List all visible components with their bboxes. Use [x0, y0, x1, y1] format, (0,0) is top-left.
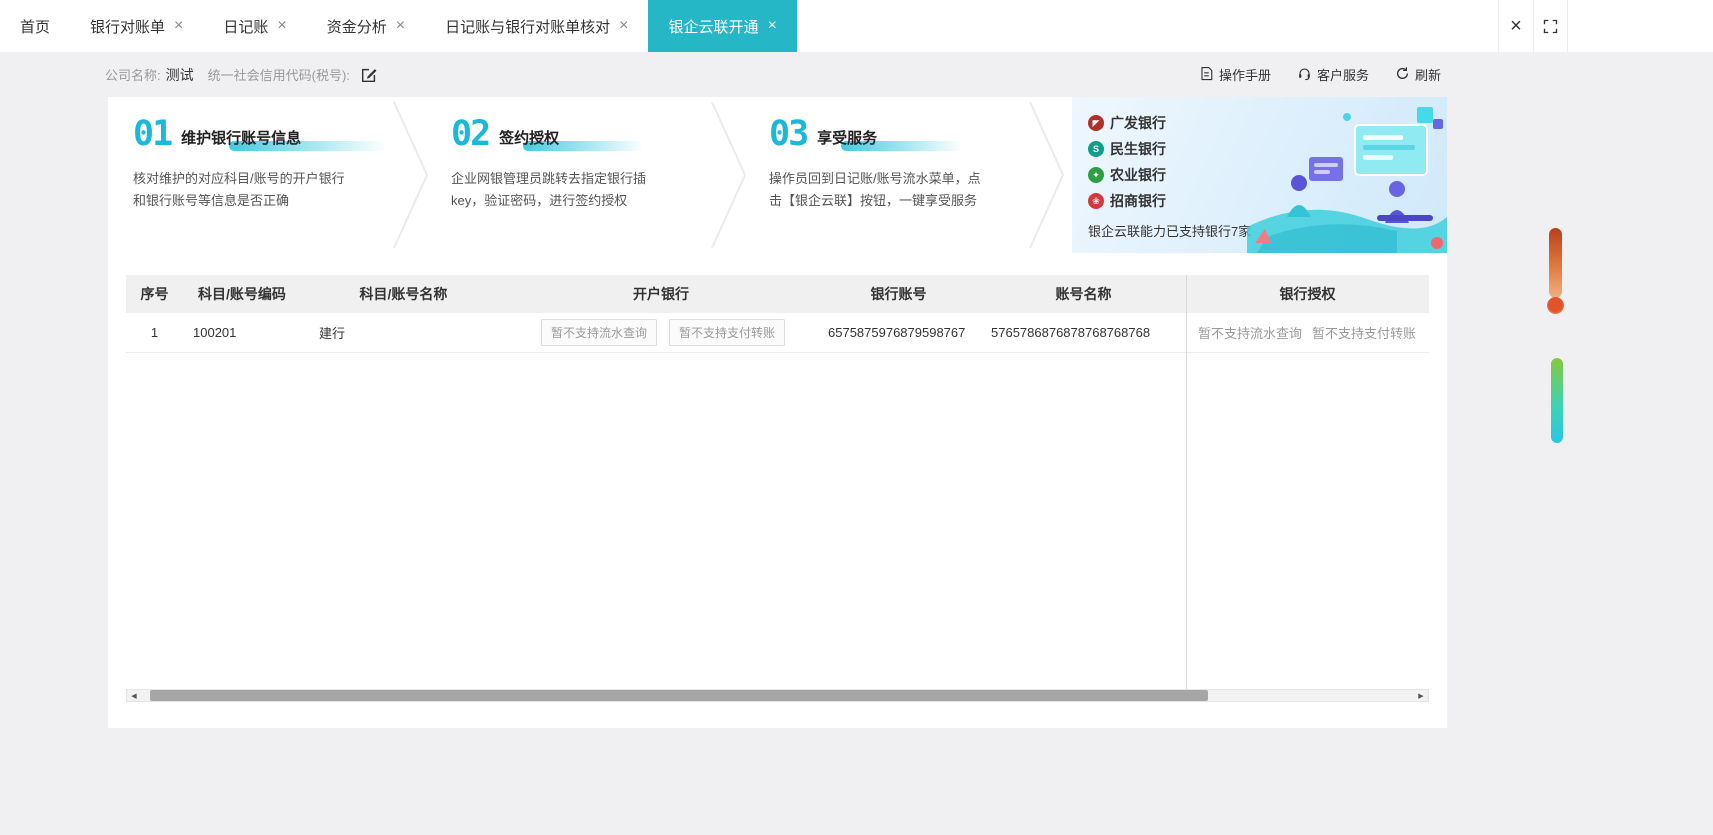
- cell-bank-authorization: 暂不支持流水查询 暂不支持支付转账: [1186, 323, 1429, 342]
- cell-bank-account-name: 5765786876878768768768: [991, 325, 1151, 340]
- tab-label: 银行对账单: [90, 18, 166, 36]
- scrollbar-track[interactable]: [141, 690, 1414, 701]
- supported-banks-panel: ◤ 广发银行 S 民生银行 ✦ 农业银行 ❀ 招商银行 银企云联能力已支持银行7…: [1072, 97, 1447, 253]
- column-header-account-code: 科目/账号编码: [198, 286, 286, 302]
- accounts-table: 序号 科目/账号编码 科目/账号名称 开户银行 银行账号 账号名称 银行授权 1…: [126, 275, 1429, 702]
- cell-opening-bank: 暂不支持流水查询 暂不支持支付转账: [506, 319, 816, 346]
- scroll-left-icon[interactable]: ◀: [127, 690, 141, 701]
- close-all-icon[interactable]: ×: [1498, 0, 1533, 52]
- horizontal-scrollbar[interactable]: ◀ ▶: [126, 689, 1429, 702]
- tab-close-icon[interactable]: ×: [174, 18, 183, 34]
- tab-close-icon[interactable]: ×: [767, 18, 776, 34]
- refresh-label: 刷新: [1414, 68, 1441, 83]
- tab-fund-analysis[interactable]: 资金分析 ×: [307, 0, 425, 52]
- customer-service-button[interactable]: 客户服务: [1297, 65, 1369, 84]
- table-header-row: 序号 科目/账号编码 科目/账号名称 开户银行 银行账号 账号名称 银行授权: [126, 275, 1429, 313]
- sub-header: 公司名称: 测试 统一社会信用代码(税号): 操作手册 客户服务 刷新: [0, 52, 1713, 97]
- cell-account-code: 100201: [193, 325, 237, 340]
- agricultural-bank-icon: ✦: [1088, 167, 1104, 183]
- thermometer-indicator-green: [1551, 358, 1563, 443]
- refresh-icon: [1395, 66, 1410, 84]
- tab-label: 银企云联开通: [668, 18, 759, 36]
- onboarding-steps-row: 01 维护银行账号信息 核对维护的对应科目/账号的开户银行和银行账号等信息是否正…: [108, 97, 1447, 253]
- step-separator-chevron: [711, 97, 747, 253]
- bank-name: 民生银行: [1110, 141, 1166, 157]
- merchants-bank-icon: ❀: [1088, 193, 1104, 209]
- tax-code-label: 统一社会信用代码(税号):: [207, 68, 350, 83]
- tab-bar: 首页 银行对账单 × 日记账 × 资金分析 × 日记账与银行对账单核对 × 银企…: [0, 0, 1713, 52]
- cell-bank-account: 6575875976879598767: [828, 325, 966, 340]
- header-actions: 操作手册 客户服务 刷新: [1199, 65, 1441, 84]
- cell-index: 1: [150, 325, 159, 340]
- step-1-description: 核对维护的对应科目/账号的开户银行和银行账号等信息是否正确: [133, 171, 345, 209]
- column-header-opening-bank: 开户银行: [633, 286, 689, 302]
- bank-name: 农业银行: [1110, 167, 1166, 183]
- headset-icon: [1297, 66, 1312, 84]
- column-header-index: 序号: [140, 286, 169, 302]
- step-1-title: 维护银行账号信息: [181, 127, 387, 151]
- manual-label: 操作手册: [1218, 68, 1271, 83]
- tab-journal-bank-reconcile[interactable]: 日记账与银行对账单核对 ×: [425, 0, 648, 52]
- manual-button[interactable]: 操作手册: [1199, 65, 1271, 84]
- step-1: 01 维护银行账号信息 核对维护的对应科目/账号的开户银行和银行账号等信息是否正…: [133, 97, 387, 253]
- column-header-bank-account: 银行账号: [870, 286, 927, 302]
- company-name-value: 测试: [165, 66, 194, 83]
- fullscreen-icon[interactable]: [1533, 0, 1568, 52]
- payment-transfer-unsupported-badge[interactable]: 暂不支持支付转账: [669, 319, 786, 346]
- tab-journal[interactable]: 日记账 ×: [203, 0, 306, 52]
- refresh-button[interactable]: 刷新: [1395, 65, 1441, 84]
- edit-icon[interactable]: [360, 66, 378, 84]
- customer-service-label: 客户服务: [1316, 68, 1369, 83]
- tab-close-icon[interactable]: ×: [396, 18, 405, 34]
- scrollbar-thumb[interactable]: [150, 690, 1208, 701]
- step-3: 03 享受服务 操作员回到日记账/账号流水菜单，点击【银企云联】按钮，一键享受服…: [769, 97, 983, 253]
- step-2-number: 02: [451, 114, 491, 154]
- tab-close-icon[interactable]: ×: [277, 18, 286, 34]
- company-info: 公司名称: 测试 统一社会信用代码(税号):: [105, 65, 378, 85]
- column-header-account-name: 科目/账号名称: [359, 286, 448, 302]
- tab-label: 日记账与银行对账单核对: [445, 18, 611, 36]
- tab-bank-cloud-link[interactable]: 银企云联开通 ×: [648, 0, 797, 52]
- bank-name: 广发银行: [1110, 115, 1166, 131]
- step-1-number: 01: [133, 114, 173, 154]
- tab-label: 日记账: [223, 18, 269, 36]
- company-name-label: 公司名称:: [105, 68, 161, 83]
- table-row[interactable]: 1 100201 建行 暂不支持流水查询 暂不支持支付转账 6575875976…: [126, 313, 1429, 353]
- tab-controls: ×: [1498, 0, 1568, 52]
- step-3-number: 03: [769, 114, 809, 154]
- auth-flow-query-text: 暂不支持流水查询: [1198, 326, 1303, 341]
- step-2: 02 签约授权 企业网银管理员跳转去指定银行插key，验证密码，进行签约授权: [451, 97, 665, 253]
- step-separator-chevron: [1029, 97, 1065, 253]
- column-header-bank-authorization: 银行授权: [1279, 286, 1336, 302]
- flow-query-unsupported-badge[interactable]: 暂不支持流水查询: [541, 319, 658, 346]
- step-3-title: 享受服务: [817, 127, 963, 151]
- step-separator-chevron: [393, 97, 429, 253]
- teamwork-illustration: [1247, 107, 1447, 253]
- step-2-title: 签约授权: [499, 127, 645, 151]
- table-empty-area: [126, 353, 1429, 689]
- minsheng-bank-icon: S: [1088, 141, 1104, 157]
- tab-close-icon[interactable]: ×: [619, 18, 628, 34]
- auth-payment-transfer-text: 暂不支持支付转账: [1312, 326, 1417, 341]
- cell-account-name: 建行: [319, 326, 346, 341]
- tab-label: 资金分析: [326, 18, 387, 36]
- bank-name: 招商银行: [1110, 193, 1166, 209]
- tab-home[interactable]: 首页: [0, 0, 70, 52]
- tab-bank-statement[interactable]: 银行对账单 ×: [70, 0, 203, 52]
- main-panel: 01 维护银行账号信息 核对维护的对应科目/账号的开户银行和银行账号等信息是否正…: [108, 97, 1447, 728]
- thermometer-indicator-orange: [1547, 228, 1564, 314]
- tab-label: 首页: [20, 18, 51, 36]
- column-header-bank-account-name: 账号名称: [1055, 286, 1112, 302]
- step-3-description: 操作员回到日记账/账号流水菜单，点击【银企云联】按钮，一键享受服务: [769, 171, 981, 209]
- guangfa-bank-icon: ◤: [1088, 115, 1104, 131]
- fixed-column-divider: [1186, 275, 1187, 689]
- manual-icon: [1199, 66, 1214, 84]
- step-2-description: 企业网银管理员跳转去指定银行插key，验证密码，进行签约授权: [451, 171, 647, 209]
- scroll-right-icon[interactable]: ▶: [1414, 690, 1428, 701]
- steps-section: 01 维护银行账号信息 核对维护的对应科目/账号的开户银行和银行账号等信息是否正…: [108, 97, 1072, 253]
